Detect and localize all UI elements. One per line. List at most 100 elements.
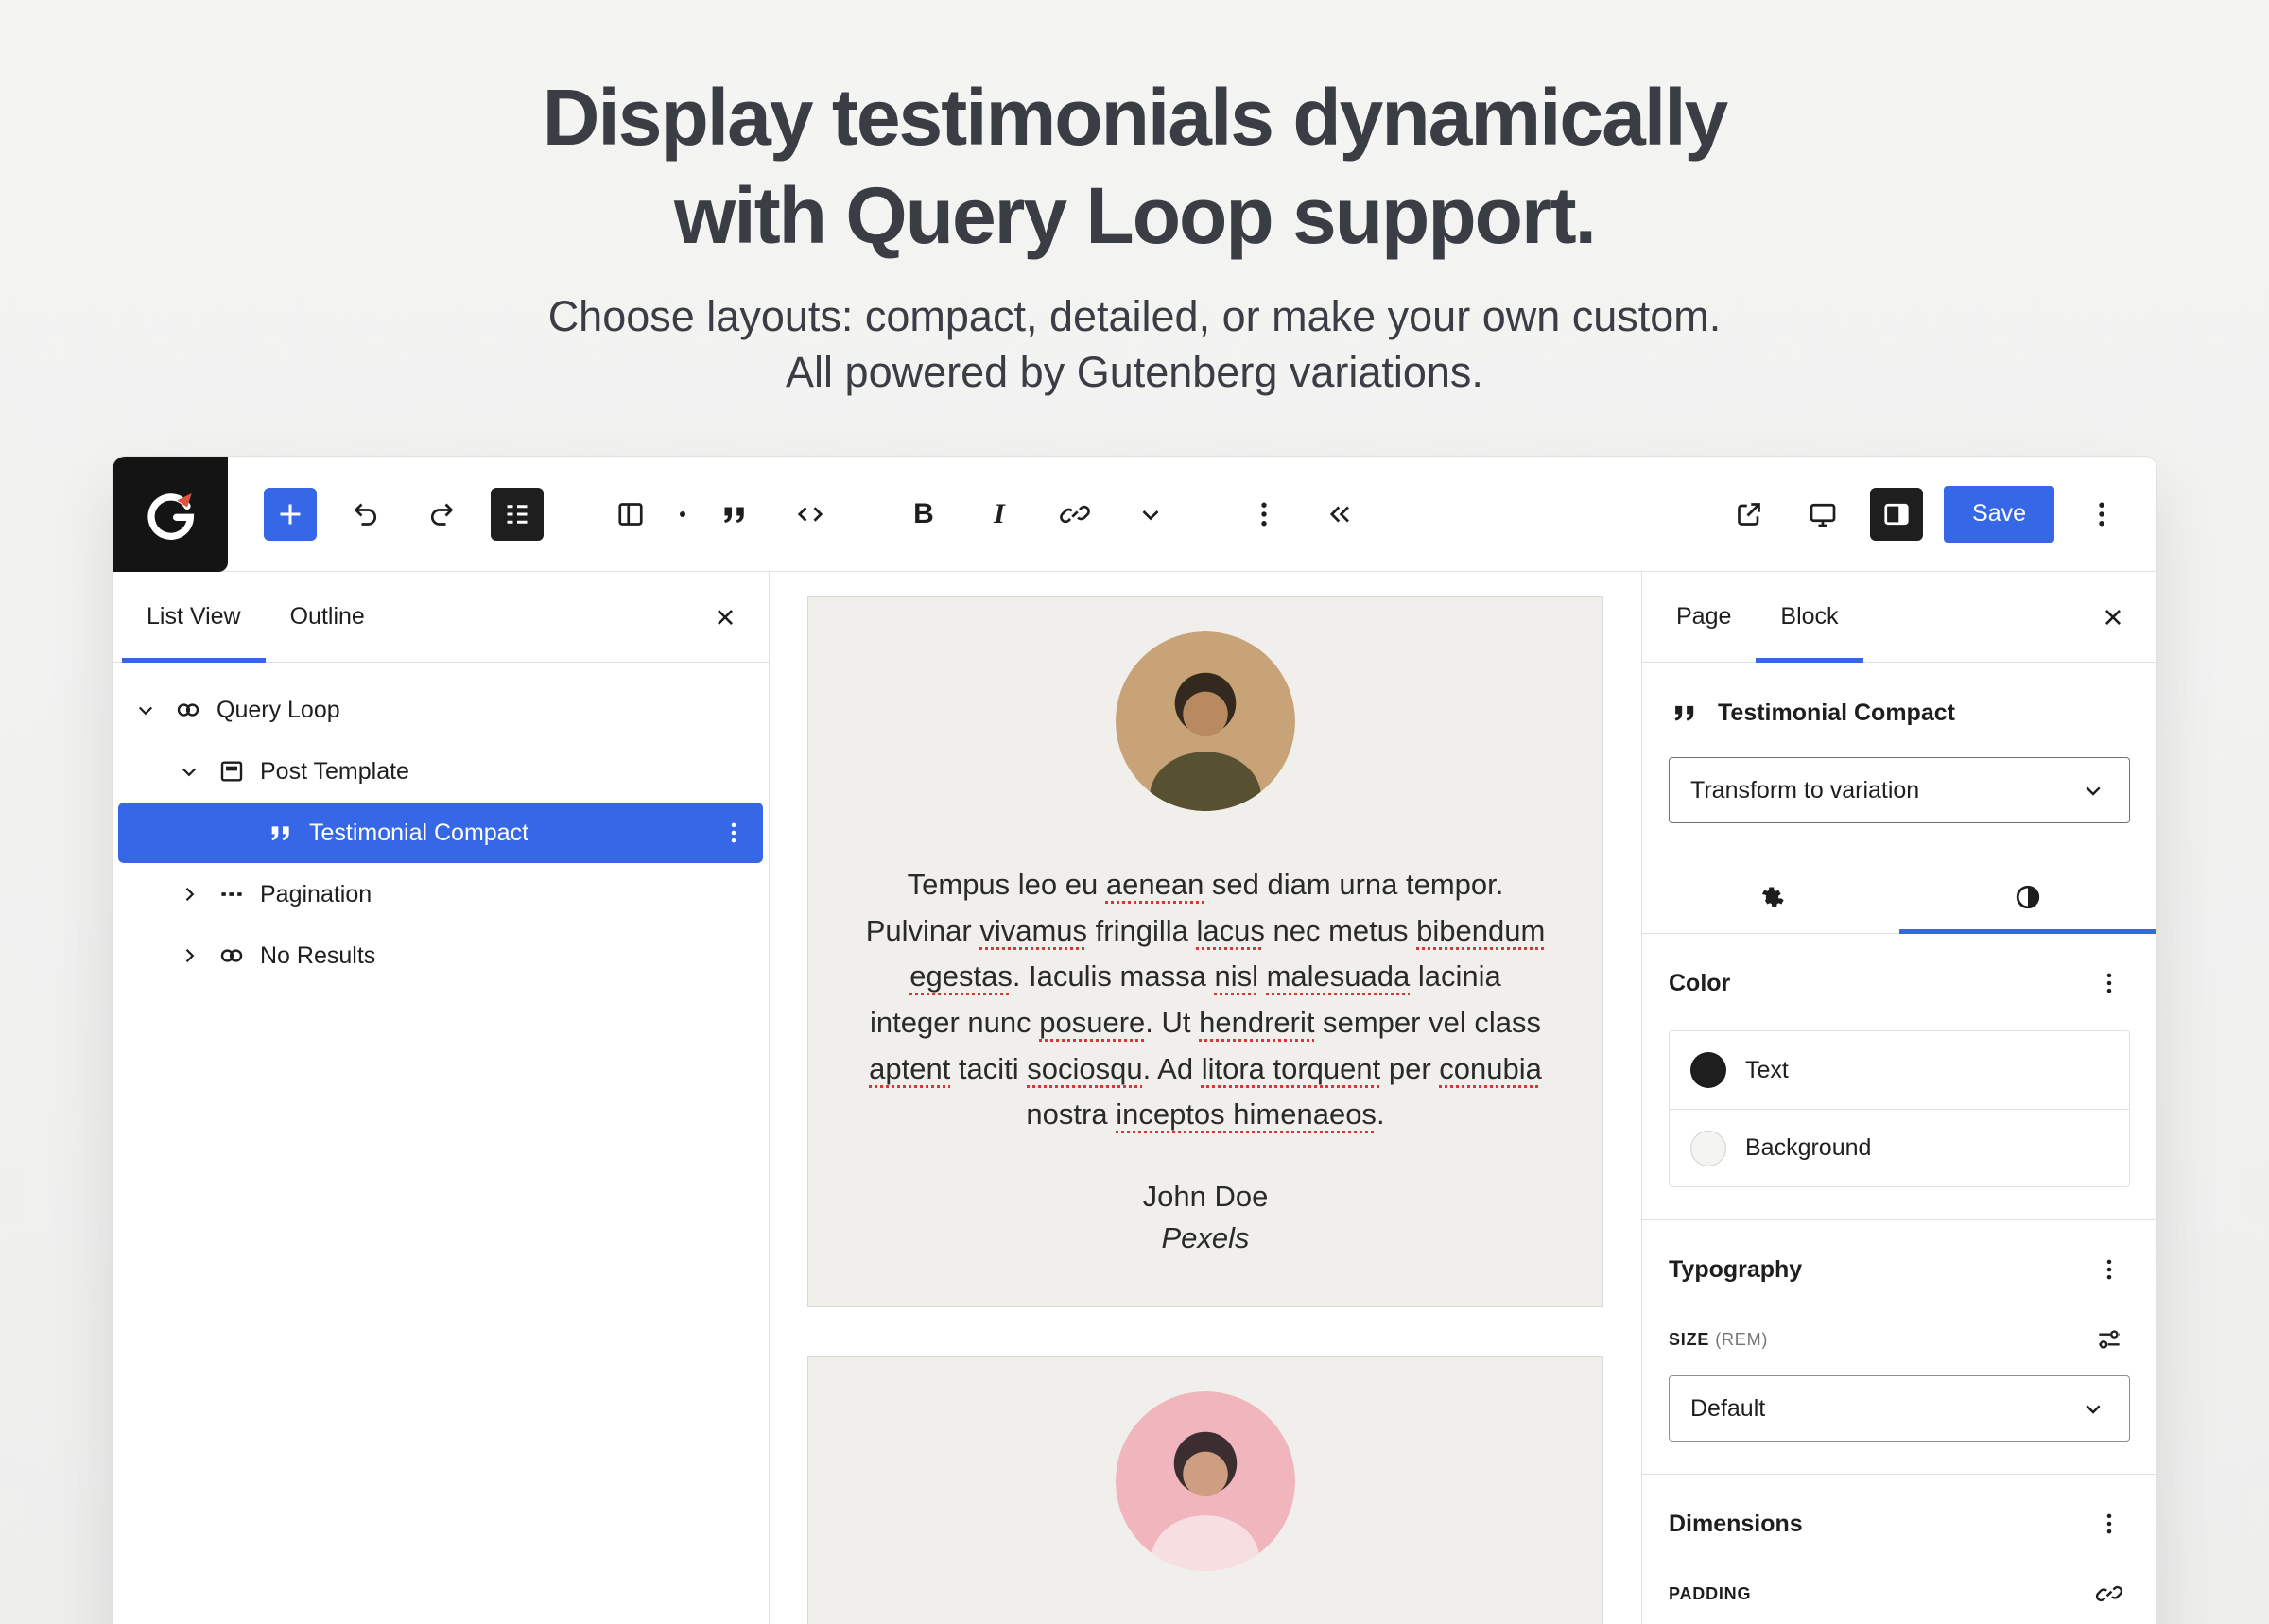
- tab-outline[interactable]: Outline: [266, 572, 390, 662]
- chevron-right-icon[interactable]: [175, 879, 203, 909]
- dimensions-options-button[interactable]: [2088, 1503, 2130, 1545]
- text-color-swatch: [1690, 1052, 1726, 1088]
- list-item-post-template[interactable]: Post Template: [118, 741, 763, 802]
- hero-subtitle-line1: Choose layouts: compact, detailed, or ma…: [0, 289, 2269, 345]
- typography-section: Typography SIZE(REM): [1642, 1220, 2156, 1475]
- link-icon: [2094, 1579, 2124, 1609]
- block-card: Testimonial Compact: [1642, 663, 2156, 729]
- tab-page[interactable]: Page: [1652, 572, 1756, 662]
- transform-to-variation-select[interactable]: Transform to variation: [1669, 757, 2130, 823]
- list-view-icon: [500, 497, 534, 531]
- color-section: Color Text Background: [1642, 934, 2156, 1220]
- list-item-query-loop[interactable]: Query Loop: [118, 680, 763, 740]
- dimensions-section: Dimensions PADDING: [1642, 1475, 2156, 1624]
- color-options-button[interactable]: [2088, 962, 2130, 1004]
- chevron-down-icon[interactable]: [131, 695, 160, 725]
- color-section-title: Color: [1669, 970, 1730, 997]
- color-rows: Text Background: [1669, 1030, 2130, 1187]
- link-button[interactable]: [1048, 488, 1101, 541]
- double-chevron-left-icon: [1323, 497, 1357, 531]
- kebab-icon: [1247, 497, 1281, 531]
- settings-sidebar-toggle[interactable]: [1870, 488, 1923, 541]
- inspector-panel: Page Block Testimonial Compact Transform…: [1641, 572, 2156, 1624]
- list-view-panel-header: List View Outline: [113, 572, 769, 663]
- kebab-icon: [2085, 497, 2119, 531]
- tree-item-label: Pagination: [260, 881, 372, 908]
- background-color-row[interactable]: Background: [1670, 1109, 2129, 1186]
- list-item-no-results[interactable]: No Results: [118, 925, 763, 986]
- preview-desktop-button[interactable]: [1796, 488, 1849, 541]
- list-view-panel: List View Outline Query Loop: [113, 572, 770, 1624]
- tab-block[interactable]: Block: [1756, 572, 1862, 662]
- testimonial-card[interactable]: Tempus leo eu aenean sed diam urna tempo…: [807, 596, 1603, 1307]
- text-color-row[interactable]: Text: [1670, 1031, 2129, 1109]
- template-icon: [215, 756, 249, 786]
- template-block-button[interactable]: [604, 488, 657, 541]
- tab-settings[interactable]: [1642, 861, 1899, 933]
- author-name[interactable]: John Doe: [1143, 1180, 1269, 1214]
- author-source[interactable]: Pexels: [1161, 1221, 1249, 1255]
- text-color-label: Text: [1745, 1057, 1789, 1084]
- size-settings-button[interactable]: [2088, 1319, 2130, 1360]
- testimonial-text[interactable]: Tempus leo eu aenean sed diam urna tempo…: [861, 862, 1550, 1138]
- inspector-icon-tabs: [1642, 861, 2156, 934]
- separator-dot: [680, 511, 685, 517]
- more-menu-button[interactable]: [2075, 488, 2128, 541]
- link-icon: [1058, 497, 1092, 531]
- external-link-icon: [1732, 497, 1766, 531]
- plus-icon: [273, 497, 307, 531]
- tab-list-view[interactable]: List View: [122, 572, 266, 662]
- hero-title: Display testimonials dynamically with Qu…: [0, 68, 2269, 265]
- font-size-value: Default: [1690, 1395, 1765, 1423]
- italic-button[interactable]: I: [973, 488, 1026, 541]
- padding-link-button[interactable]: [2088, 1573, 2130, 1615]
- list-item-testimonial-compact[interactable]: Testimonial Compact: [118, 803, 763, 863]
- kebab-icon: [2095, 969, 2123, 997]
- close-list-view-button[interactable]: [699, 591, 752, 644]
- chevron-right-icon[interactable]: [175, 941, 203, 971]
- desktop-icon: [1806, 497, 1840, 531]
- document-overview-toggle[interactable]: [491, 488, 544, 541]
- typography-options-button[interactable]: [2088, 1249, 2130, 1290]
- avatar[interactable]: [1116, 1391, 1295, 1571]
- background-color-label: Background: [1745, 1134, 1871, 1162]
- block-inserter-button[interactable]: [264, 488, 317, 541]
- plugin-logo[interactable]: [113, 457, 228, 572]
- quote-icon: [1669, 697, 1701, 729]
- tree-item-label: No Results: [260, 942, 375, 970]
- quote-block-button[interactable]: [708, 488, 761, 541]
- template-icon: [614, 497, 648, 531]
- avatar[interactable]: [1116, 631, 1295, 811]
- chevron-down-icon[interactable]: [175, 756, 203, 786]
- editor-main: List View Outline Query Loop: [113, 572, 2156, 1624]
- dimensions-section-title: Dimensions: [1669, 1511, 1803, 1538]
- pagination-icon: [215, 879, 249, 909]
- chevron-down-icon: [2078, 1393, 2108, 1424]
- undo-button[interactable]: [339, 488, 392, 541]
- loop-icon: [171, 695, 205, 725]
- sidebar-icon: [1879, 497, 1914, 531]
- bold-button[interactable]: B: [897, 488, 950, 541]
- block-tree: Query Loop Post Template Testimonial: [113, 663, 769, 987]
- testimonial-card[interactable]: Lorem ipsum dolor sit amet, consectetur …: [807, 1356, 1603, 1624]
- sliders-icon: [2094, 1324, 2124, 1355]
- hero-subtitle: Choose layouts: compact, detailed, or ma…: [0, 289, 2269, 400]
- format-options-button[interactable]: [1238, 488, 1290, 541]
- tree-item-label: Query Loop: [217, 697, 340, 724]
- more-formats-button[interactable]: [1124, 488, 1177, 541]
- save-button[interactable]: Save: [1944, 486, 2054, 543]
- font-size-select[interactable]: Default: [1669, 1375, 2130, 1442]
- styles-icon: [2011, 880, 2045, 914]
- collapse-toolbar-button[interactable]: [1313, 488, 1366, 541]
- man-avatar-image: [1116, 631, 1295, 811]
- woman-avatar-image: [1116, 1391, 1295, 1571]
- item-options-kebab-icon[interactable]: [719, 819, 748, 847]
- quote-icon: [264, 818, 298, 848]
- open-in-new-button[interactable]: [1723, 488, 1775, 541]
- transform-select-label: Transform to variation: [1690, 777, 1919, 804]
- close-inspector-button[interactable]: [2087, 591, 2139, 644]
- tab-styles[interactable]: [1899, 861, 2156, 933]
- code-button[interactable]: [784, 488, 837, 541]
- redo-button[interactable]: [415, 488, 468, 541]
- list-item-pagination[interactable]: Pagination: [118, 864, 763, 924]
